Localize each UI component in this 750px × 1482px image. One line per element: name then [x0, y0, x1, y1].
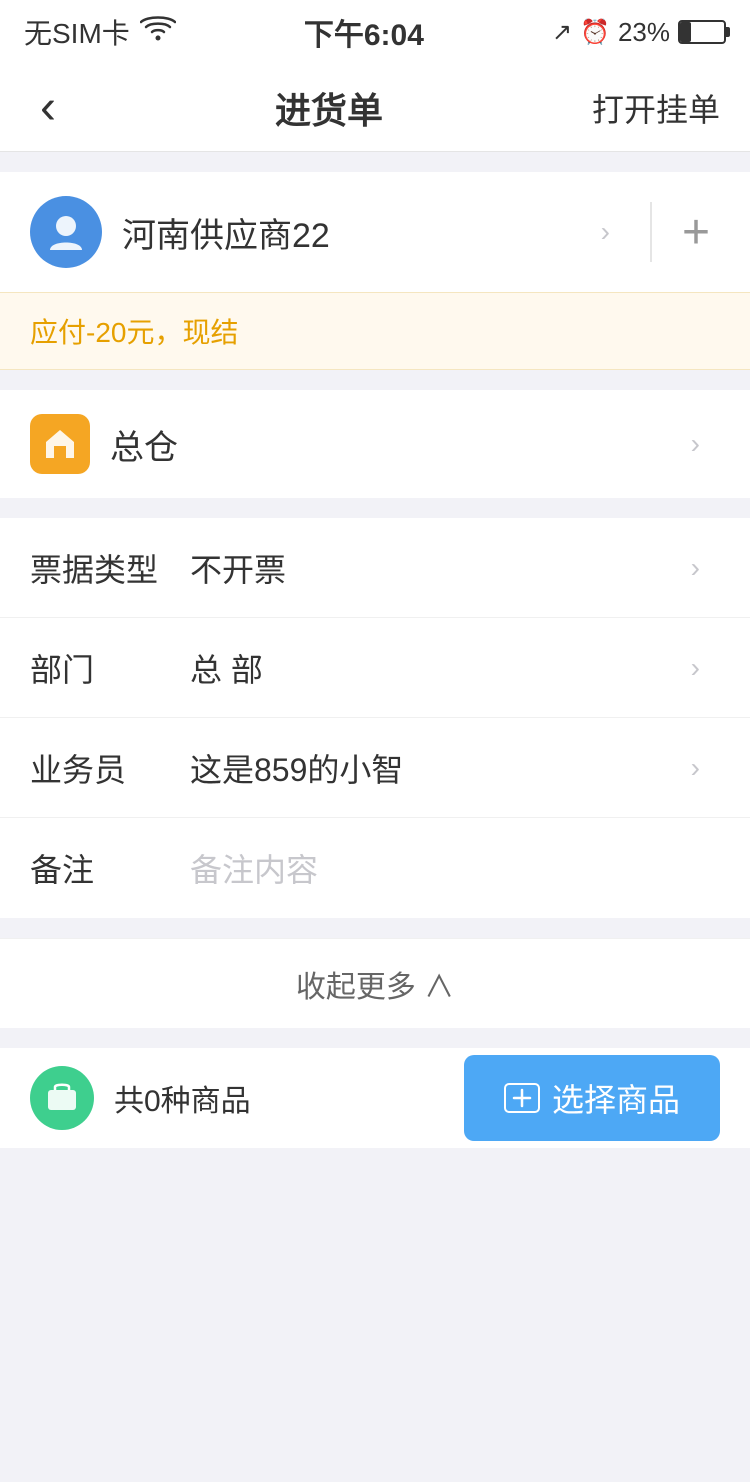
open-pending-button[interactable]: 打开挂单 [592, 85, 720, 131]
product-count-label: 共0种商品 [114, 1076, 464, 1120]
salesperson-label: 业务员 [30, 745, 170, 791]
salesperson-chevron-icon: › [691, 752, 700, 784]
alert-text: 应付-20元，现结 [30, 317, 238, 348]
invoice-type-label: 票据类型 [30, 545, 170, 591]
status-left: 无SIM卡 [24, 12, 176, 52]
department-value: 总 部 [170, 645, 720, 691]
back-button[interactable]: ‹ [30, 70, 66, 145]
remark-row[interactable]: 备注 备注内容 [0, 818, 750, 918]
select-product-label: 选择商品 [552, 1075, 680, 1121]
status-time: 下午6:04 [304, 10, 424, 54]
salesperson-value: 这是859的小智 [170, 745, 720, 791]
collapse-row[interactable]: 收起更多 ∧ [0, 938, 750, 1028]
supplier-chevron-icon: › [601, 216, 610, 248]
product-footer: 共0种商品 选择商品 [0, 1048, 750, 1148]
department-chevron-icon: › [691, 652, 700, 684]
invoice-type-chevron-icon: › [691, 552, 700, 584]
carrier-label: 无SIM卡 [24, 12, 130, 52]
department-label: 部门 [30, 645, 170, 691]
invoice-type-row[interactable]: 票据类型 不开票 › [0, 518, 750, 618]
wifi-icon [140, 15, 176, 50]
warehouse-row[interactable]: 总仓 › [0, 390, 750, 498]
alarm-icon: ⏰ [580, 18, 610, 47]
salesperson-row[interactable]: 业务员 这是859的小智 › [0, 718, 750, 818]
status-right: ↗ ⏰ 23% [552, 17, 726, 48]
battery-icon [678, 20, 726, 44]
department-row[interactable]: 部门 总 部 › [0, 618, 750, 718]
product-icon [30, 1066, 94, 1130]
warehouse-icon [30, 414, 90, 474]
alert-banner: 应付-20元，现结 [0, 292, 750, 370]
invoice-type-value: 不开票 [170, 545, 720, 591]
supplier-name: 河南供应商22 [122, 208, 601, 257]
nav-title: 进货单 [275, 82, 383, 134]
battery-label: 23% [618, 17, 670, 48]
supplier-row[interactable]: 河南供应商22 › + [0, 172, 750, 292]
warehouse-name: 总仓 [110, 420, 691, 469]
section-gap-1 [0, 152, 750, 172]
supplier-avatar [30, 196, 102, 268]
form-section: 票据类型 不开票 › 部门 总 部 › 业务员 这是859的小智 › 备注 备注… [0, 518, 750, 918]
remark-label: 备注 [30, 845, 170, 891]
supplier-section: 河南供应商22 › + 应付-20元，现结 [0, 172, 750, 370]
warehouse-chevron-icon: › [691, 428, 700, 460]
status-bar: 无SIM卡 下午6:04 ↗ ⏰ 23% [0, 0, 750, 64]
select-product-button[interactable]: 选择商品 [464, 1055, 720, 1141]
location-icon: ↗ [552, 18, 572, 47]
collapse-label[interactable]: 收起更多 ∧ [296, 962, 454, 1006]
add-supplier-button[interactable]: + [672, 205, 720, 260]
bottom-area [0, 1148, 750, 1482]
nav-bar: ‹ 进货单 打开挂单 [0, 64, 750, 152]
remark-placeholder[interactable]: 备注内容 [170, 845, 720, 891]
supplier-divider [650, 202, 652, 262]
